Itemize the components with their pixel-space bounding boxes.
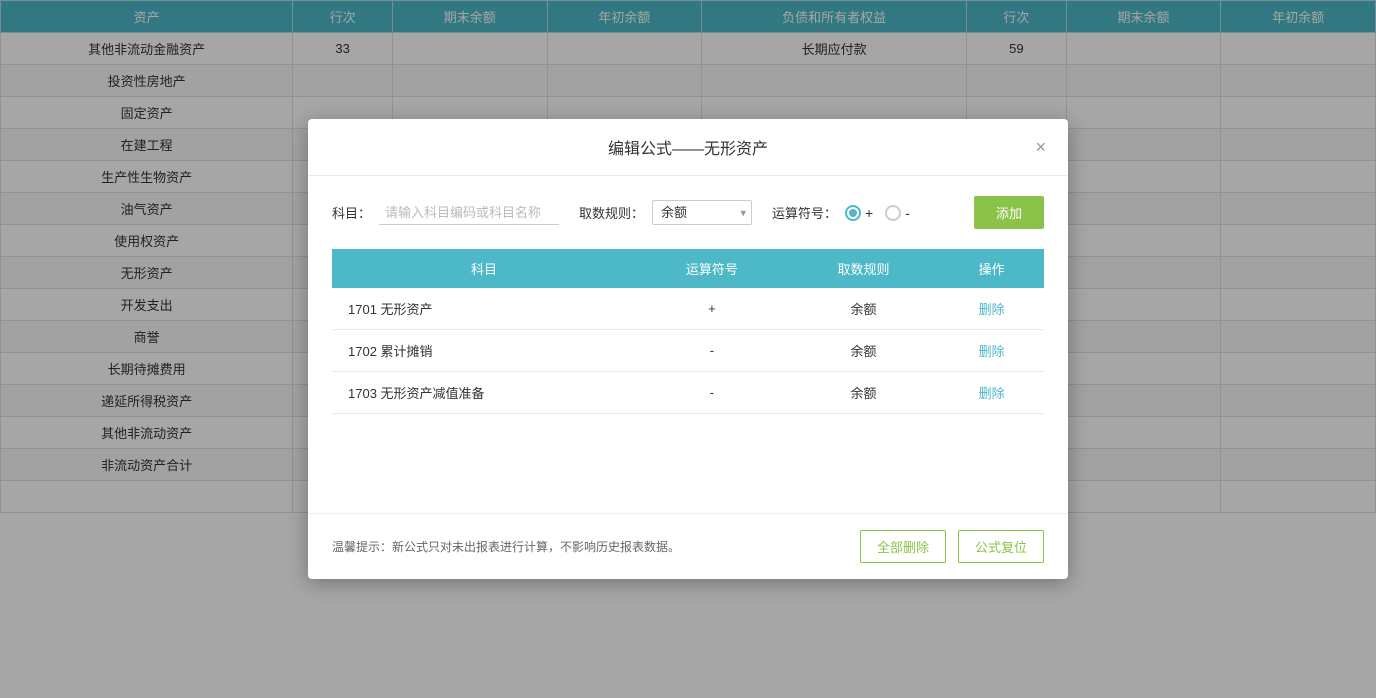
rule-select[interactable]: 余额 借方发生额 贷方发生额: [652, 200, 752, 225]
subject-group: 科目：: [332, 201, 559, 225]
formula-table-header-row: 科目 运算符号 取数规则 操作: [332, 249, 1044, 288]
th-action: 操作: [939, 249, 1044, 288]
operator-minus-item[interactable]: -: [885, 205, 910, 221]
operator-minus-label: -: [905, 205, 910, 221]
subject-label: 科目：: [332, 203, 371, 222]
add-formula-button[interactable]: 添加: [974, 196, 1044, 229]
rule-select-wrapper: 余额 借方发生额 贷方发生额: [652, 200, 752, 225]
rule-label: 取数规则：: [579, 203, 644, 222]
dialog-header: 编辑公式——无形资产 ×: [308, 119, 1068, 176]
th-rule: 取数规则: [788, 249, 940, 288]
operator-radio-group: + -: [845, 205, 910, 221]
delete-all-button[interactable]: 全部删除: [860, 530, 946, 563]
reset-formula-button[interactable]: 公式复位: [958, 530, 1044, 563]
formula-table-body: 1701 无形资产+余额删除1702 累计摊销-余额删除1703 无形资产减值准…: [332, 288, 1044, 414]
operator-minus-radio[interactable]: [885, 205, 901, 221]
delete-row-button[interactable]: 删除: [979, 383, 1005, 402]
formula-operator-cell: -: [636, 372, 788, 414]
delete-row-button[interactable]: 删除: [979, 341, 1005, 360]
formula-rule-cell: 余额: [788, 288, 940, 330]
table-row: 1701 无形资产+余额 删除: [332, 288, 1044, 330]
formula-action-cell: 删除: [939, 330, 1044, 372]
formula-rule-cell: 余额: [788, 330, 940, 372]
operator-plus-item[interactable]: +: [845, 205, 873, 221]
formula-rule-cell: 余额: [788, 372, 940, 414]
footer-buttons: 全部删除 公式复位: [860, 530, 1044, 563]
table-row: 1702 累计摊销-余额 删除: [332, 330, 1044, 372]
dialog-footer: 温馨提示：新公式只对未出报表进行计算，不影响历史报表数据。 全部删除 公式复位: [308, 513, 1068, 579]
operator-plus-radio[interactable]: [845, 205, 861, 221]
th-operator: 运算符号: [636, 249, 788, 288]
dialog-close-button[interactable]: ×: [1029, 136, 1052, 158]
formula-subject-cell: 1701 无形资产: [332, 288, 636, 330]
edit-formula-dialog: 编辑公式——无形资产 × 科目： 取数规则： 余额 借方发生额: [308, 119, 1068, 579]
operator-plus-label: +: [865, 205, 873, 221]
operator-group: 运算符号： + -: [772, 203, 910, 222]
footer-tip: 温馨提示：新公式只对未出报表进行计算，不影响历史报表数据。: [332, 538, 680, 555]
formula-table-head: 科目 运算符号 取数规则 操作: [332, 249, 1044, 288]
formula-action-cell: 删除: [939, 288, 1044, 330]
formula-subject-cell: 1703 无形资产减值准备: [332, 372, 636, 414]
th-subject: 科目: [332, 249, 636, 288]
operator-label: 运算符号：: [772, 203, 837, 222]
rule-group: 取数规则： 余额 借方发生额 贷方发生额: [579, 200, 752, 225]
formula-form-row: 科目： 取数规则： 余额 借方发生额 贷方发生额: [332, 196, 1044, 229]
formula-action-cell: 删除: [939, 372, 1044, 414]
formula-subject-cell: 1702 累计摊销: [332, 330, 636, 372]
modal-overlay: 编辑公式——无形资产 × 科目： 取数规则： 余额 借方发生额: [0, 0, 1376, 698]
formula-table: 科目 运算符号 取数规则 操作 1701 无形资产+余额删除1702 累计摊销-…: [332, 249, 1044, 414]
delete-row-button[interactable]: 删除: [979, 299, 1005, 318]
subject-input[interactable]: [379, 201, 559, 225]
formula-operator-cell: +: [636, 288, 788, 330]
dialog-body: 科目： 取数规则： 余额 借方发生额 贷方发生额: [308, 176, 1068, 513]
formula-operator-cell: -: [636, 330, 788, 372]
table-row: 1703 无形资产减值准备-余额 删除: [332, 372, 1044, 414]
dialog-title: 编辑公式——无形资产: [608, 141, 768, 158]
